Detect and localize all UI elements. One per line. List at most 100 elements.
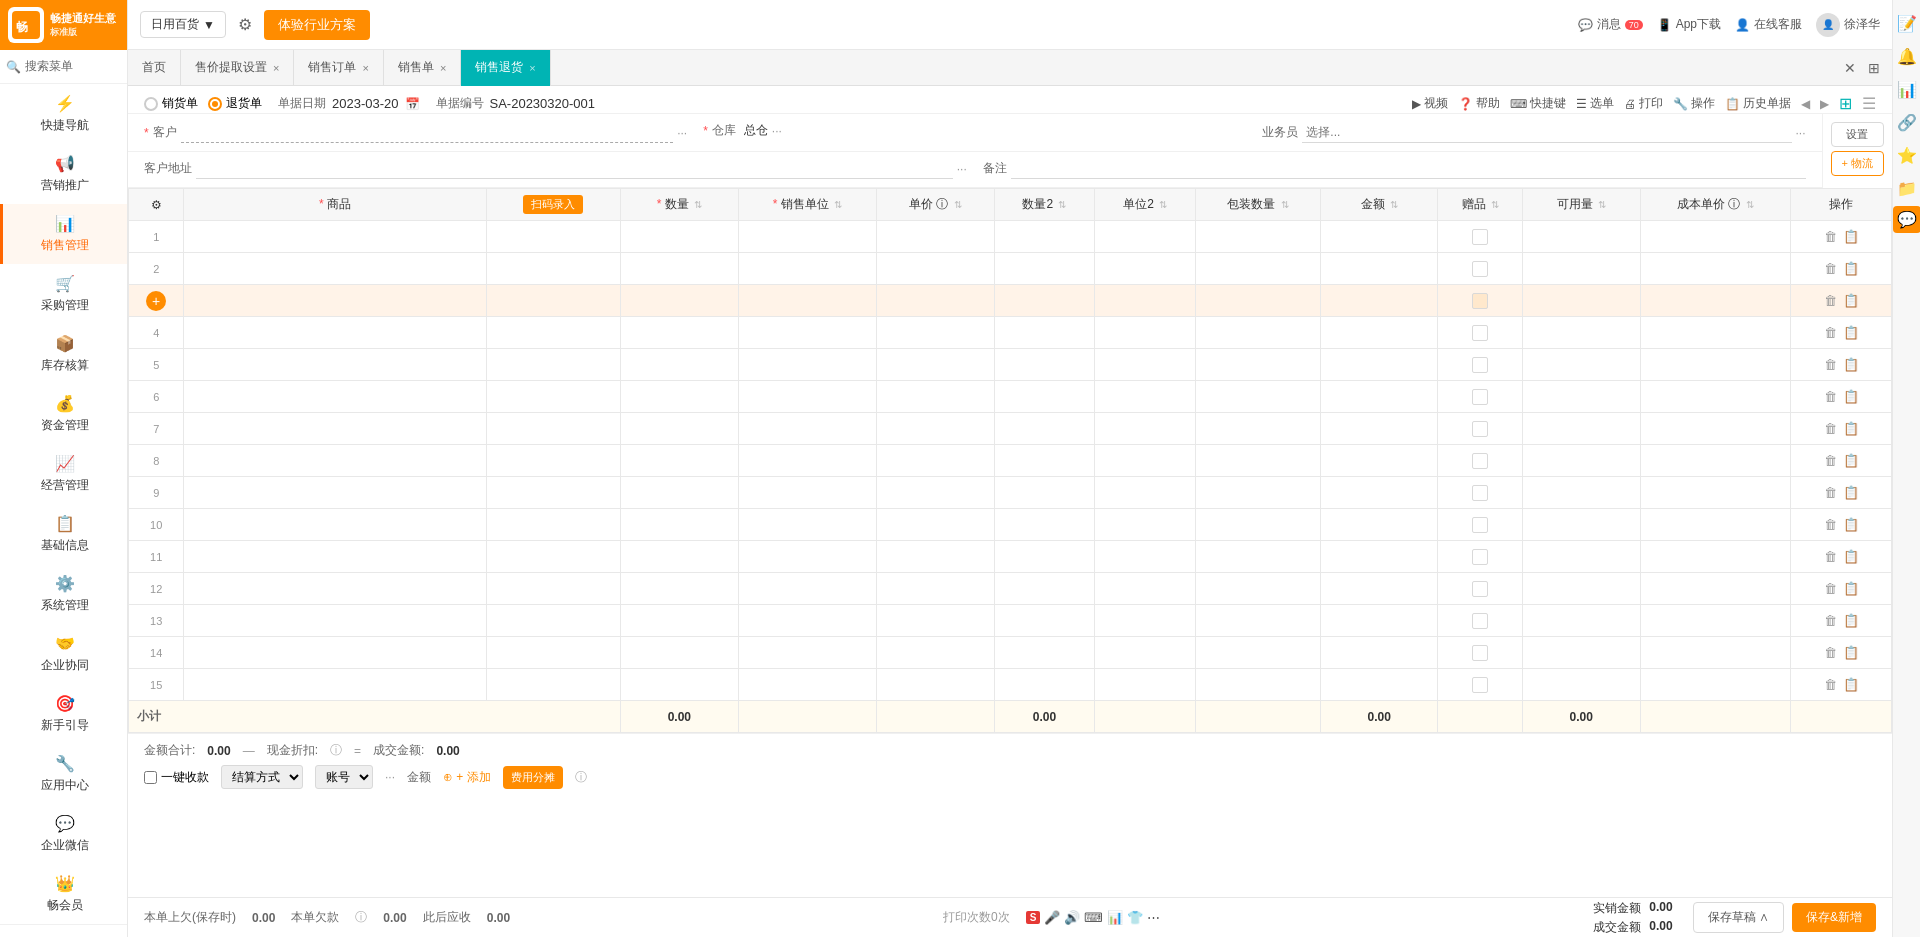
address-more-icon[interactable]: ···	[957, 162, 967, 176]
copy-new-row-icon[interactable]: 📋	[1843, 293, 1859, 308]
gift-checkbox[interactable]	[1472, 581, 1488, 597]
tab-sales-return[interactable]: 销售退货 ×	[461, 50, 550, 86]
new-amount-cell[interactable]	[1320, 285, 1438, 317]
delete-row-icon[interactable]: 🗑	[1824, 229, 1837, 244]
copy-row-icon[interactable]: 📋	[1843, 613, 1859, 628]
grid-view-icon[interactable]: ⊞	[1839, 94, 1852, 113]
fee-split-button[interactable]: 费用分摊	[503, 766, 563, 789]
add-row-btn-cell[interactable]: +	[129, 285, 184, 317]
industry-selector[interactable]: 日用百货 ▼	[140, 11, 226, 38]
copy-row-icon[interactable]: 📋	[1843, 261, 1859, 276]
calc-method-select[interactable]: 结算方式	[221, 765, 303, 789]
app-download-item[interactable]: 📱 App下载	[1657, 16, 1721, 33]
delete-row-icon[interactable]: 🗑	[1824, 421, 1837, 436]
unit-cell[interactable]	[738, 221, 876, 253]
delete-row-icon[interactable]: 🗑	[1824, 485, 1837, 500]
settings-button[interactable]: 设置	[1831, 122, 1884, 147]
panel-icon-2[interactable]: 🔔	[1893, 41, 1921, 72]
new-pack-qty-cell[interactable]	[1196, 285, 1321, 317]
scan-button[interactable]: 扫码录入	[523, 195, 583, 214]
gift-checkbox[interactable]	[1472, 421, 1488, 437]
new-unit-cell[interactable]	[738, 285, 876, 317]
delete-row-icon[interactable]: 🗑	[1824, 549, 1837, 564]
close-all-tabs-button[interactable]: ✕	[1840, 58, 1860, 78]
sidebar-item-guide[interactable]: 🎯 新手引导	[0, 684, 127, 744]
settings-gear-icon[interactable]: ⚙	[234, 11, 256, 38]
qty-cell[interactable]	[621, 221, 739, 253]
delete-row-icon[interactable]: 🗑	[1824, 261, 1837, 276]
copy-row-icon[interactable]: 📋	[1843, 517, 1859, 532]
delete-row-icon[interactable]: 🗑	[1824, 517, 1837, 532]
chart-icon2[interactable]: 📊	[1107, 910, 1123, 925]
th-settings[interactable]: ⚙	[129, 189, 184, 221]
new-product-input-cell[interactable]	[184, 285, 486, 317]
history-btn[interactable]: 📋 历史单据	[1725, 95, 1791, 112]
pack-qty-cell[interactable]	[1196, 221, 1321, 253]
tab-sales-order[interactable]: 销售订单 ×	[294, 50, 383, 86]
gift-checkbox[interactable]	[1472, 645, 1488, 661]
address-input[interactable]	[196, 158, 953, 179]
sidebar-collapse-icon[interactable]: ◀	[84, 933, 104, 937]
sidebar-item-wechat[interactable]: 💬 企业微信	[0, 804, 127, 864]
price-cell[interactable]	[876, 253, 994, 285]
copy-row-icon[interactable]: 📋	[1843, 677, 1859, 692]
user-profile[interactable]: 👤 徐泽华	[1816, 13, 1880, 37]
sidebar-item-system[interactable]: ⚙️ 系统管理	[0, 564, 127, 624]
amount-cell[interactable]	[1320, 253, 1438, 285]
staff-more-icon[interactable]: ···	[1796, 126, 1806, 140]
copy-row-icon[interactable]: 📋	[1843, 325, 1859, 340]
copy-row-icon[interactable]: 📋	[1843, 485, 1859, 500]
radio-return[interactable]: 退货单	[208, 95, 262, 112]
pack-qty-cell[interactable]	[1196, 253, 1321, 285]
delete-row-icon[interactable]: 🗑	[1824, 581, 1837, 596]
gift-checkbox[interactable]	[1472, 325, 1488, 341]
sidebar-item-quicknav[interactable]: ⚡ 快捷导航	[0, 84, 127, 144]
online-service-item[interactable]: 👤 在线客服	[1735, 16, 1802, 33]
copy-row-icon[interactable]: 📋	[1843, 581, 1859, 596]
new-price-cell[interactable]	[876, 285, 994, 317]
customer-more-icon[interactable]: ···	[677, 126, 687, 140]
shirt-icon[interactable]: 👕	[1127, 910, 1143, 925]
print-btn[interactable]: 🖨 打印	[1624, 95, 1663, 112]
delete-row-icon[interactable]: 🗑	[1824, 645, 1837, 660]
copy-row-icon[interactable]: 📋	[1843, 549, 1859, 564]
sidebar-item-marketing[interactable]: 📢 营销推广	[0, 144, 127, 204]
help-btn[interactable]: ❓ 帮助	[1458, 95, 1500, 112]
product-cell[interactable]	[184, 253, 486, 285]
sidebar-item-member[interactable]: 👑 畅会员	[0, 864, 127, 924]
new-gift-cell[interactable]	[1438, 285, 1523, 317]
radio-sales[interactable]: 销货单	[144, 95, 198, 112]
sidebar-item-basic[interactable]: 📋 基础信息	[0, 504, 127, 564]
add-row-button[interactable]: +	[146, 291, 166, 311]
copy-row-icon[interactable]: 📋	[1843, 389, 1859, 404]
voice-icon[interactable]: 🔊	[1064, 910, 1080, 925]
save-new-button[interactable]: 保存&新增	[1792, 903, 1876, 932]
sidebar-item-finance[interactable]: 💰 资金管理	[0, 384, 127, 444]
delete-row-icon[interactable]: 🗑	[1824, 677, 1837, 692]
mic-icon[interactable]: 🎤	[1044, 910, 1060, 925]
delete-row-icon[interactable]: 🗑	[1824, 357, 1837, 372]
warehouse-more-icon[interactable]: ···	[772, 124, 782, 138]
gift-checkbox[interactable]	[1472, 613, 1488, 629]
date-value[interactable]: 2023-03-20	[332, 96, 399, 111]
copy-row-icon[interactable]: 📋	[1843, 357, 1859, 372]
gift-checkbox[interactable]	[1472, 229, 1488, 245]
sidebar-item-operation[interactable]: 📈 经营管理	[0, 444, 127, 504]
gift-checkbox[interactable]	[1472, 549, 1488, 565]
price-cell[interactable]	[876, 221, 994, 253]
sidebar-item-inventory[interactable]: 📦 库存核算	[0, 324, 127, 384]
gift-checkbox[interactable]	[1472, 677, 1488, 693]
sidebar-item-sales[interactable]: 📊 销售管理	[0, 204, 127, 264]
panel-icon-4[interactable]: 🔗	[1893, 107, 1921, 138]
sidebar-item-enterprise[interactable]: 🤝 企业协同	[0, 624, 127, 684]
copy-row-icon[interactable]: 📋	[1843, 229, 1859, 244]
account-more-icon[interactable]: ···	[385, 770, 395, 784]
notification-item[interactable]: 💬 消息 70	[1578, 16, 1643, 33]
gift-checkbox[interactable]	[1472, 261, 1488, 277]
next-doc-icon[interactable]: ▶	[1820, 97, 1829, 111]
list-view-icon[interactable]: ☰	[1862, 94, 1876, 113]
staff-input[interactable]	[1302, 122, 1791, 143]
unit2-cell[interactable]	[1095, 253, 1196, 285]
select-btn[interactable]: ☰ 选单	[1576, 95, 1614, 112]
gift-checkbox[interactable]	[1472, 389, 1488, 405]
